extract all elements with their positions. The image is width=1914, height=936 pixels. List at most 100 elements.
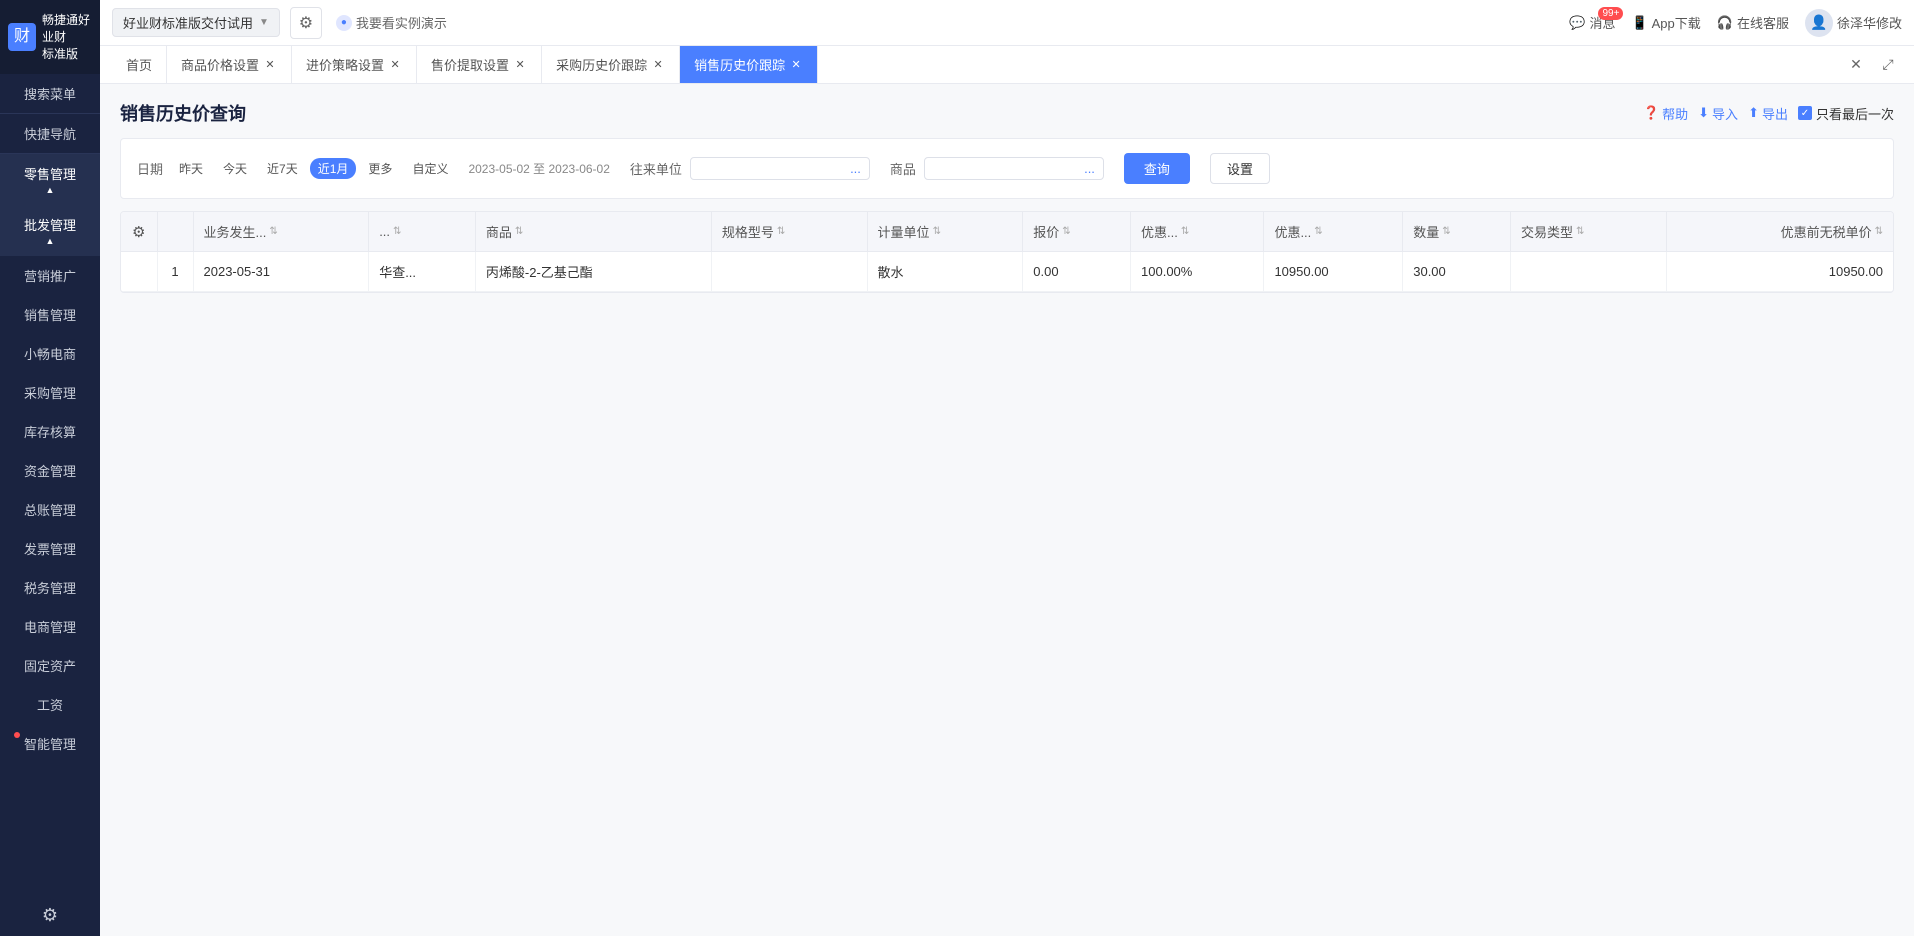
product-input[interactable]	[933, 161, 1080, 176]
tab-price-extract[interactable]: 售价提取设置 ✕	[417, 46, 542, 84]
sort-icon-unit[interactable]: ⇅	[933, 226, 941, 237]
sidebar-item-smart[interactable]: 智能管理	[0, 724, 100, 763]
sidebar-item-ledger[interactable]: 总账管理	[0, 490, 100, 529]
import-label: 导入	[1712, 104, 1738, 123]
row-pretax-price: 10950.00	[1666, 252, 1893, 292]
sidebar-item-purchase[interactable]: 采购管理	[0, 373, 100, 412]
help-label: 帮助	[1662, 104, 1688, 123]
tab-sales-history[interactable]: 销售历史价跟踪 ✕	[680, 46, 818, 84]
sort-icon-pretax-price[interactable]: ⇅	[1875, 226, 1883, 237]
col-discount-rate[interactable]: 优惠... ⇅	[1131, 212, 1264, 252]
tab-price-strategy-label: 进价策略设置	[306, 55, 384, 74]
tab-purchase-history[interactable]: 采购历史价跟踪 ✕	[542, 46, 680, 84]
checkbox-checked-icon: ✓	[1798, 106, 1812, 120]
date-btn-custom[interactable]: 自定义	[404, 158, 456, 179]
tab-price-settings-close[interactable]: ✕	[263, 58, 277, 72]
sort-icon-price[interactable]: ⇅	[1062, 226, 1070, 237]
product-dots[interactable]: ...	[1084, 161, 1095, 176]
app-download-button[interactable]: 📱 App下载	[1631, 13, 1700, 32]
sidebar-item-marketing[interactable]: 营销推广	[0, 256, 100, 295]
sort-icon-trade-type[interactable]: ⇅	[1576, 226, 1584, 237]
user-menu[interactable]: 👤 徐泽华修改	[1805, 9, 1902, 37]
date-btn-yesterday[interactable]: 昨天	[171, 158, 211, 179]
col-pretax-price[interactable]: 优惠前无税单价 ⇅	[1666, 212, 1893, 252]
date-btn-1month[interactable]: 近1月	[310, 158, 357, 179]
main-area: 好业财标准版交付试用 ▼ ⚙ ● 我要看实例演示 💬 消息 99+ 📱 App下…	[100, 0, 1914, 936]
message-button[interactable]: 💬 消息 99+	[1569, 13, 1615, 32]
col-product[interactable]: 商品 ⇅	[475, 212, 711, 252]
help-link[interactable]: ❓ 帮助	[1643, 104, 1688, 123]
only-last-label: 只看最后一次	[1816, 104, 1894, 123]
row-discount-rate-value: 100.00%	[1141, 264, 1192, 279]
sidebar-item-wholesale[interactable]: 批发管理 ▲	[0, 205, 100, 256]
sidebar-item-xiaochu[interactable]: 小畅电商	[0, 334, 100, 373]
col-quantity[interactable]: 数量 ⇅	[1403, 212, 1511, 252]
col-spec-label: 规格型号	[722, 222, 774, 241]
setting-button[interactable]: 设置	[1210, 153, 1270, 184]
sort-icon-quantity[interactable]: ⇅	[1442, 226, 1450, 237]
sidebar-item-quick[interactable]: 快捷导航	[0, 114, 100, 154]
sort-icon-discount-price[interactable]: ⇅	[1314, 226, 1322, 237]
online-service-button[interactable]: 🎧 在线客服	[1717, 13, 1789, 32]
header-settings-button[interactable]: ⚙	[290, 7, 322, 39]
user-icon: 👤	[1810, 14, 1827, 31]
source-input[interactable]	[699, 161, 846, 176]
col-price[interactable]: 报价 ⇅	[1023, 212, 1131, 252]
online-service-label: 在线客服	[1737, 13, 1789, 32]
tab-sales-history-close[interactable]: ✕	[789, 58, 803, 72]
export-link[interactable]: ⬆ 导出	[1748, 104, 1788, 123]
query-button[interactable]: 查询	[1124, 153, 1190, 184]
col-settings[interactable]: ⚙	[121, 212, 157, 252]
tab-price-extract-close[interactable]: ✕	[513, 58, 527, 72]
sort-icon-extra[interactable]: ⇅	[393, 226, 401, 237]
sort-icon-product[interactable]: ⇅	[515, 226, 523, 237]
source-input-wrap: ...	[690, 157, 870, 180]
date-btn-today[interactable]: 今天	[215, 158, 255, 179]
col-business-date[interactable]: 业务发生... ⇅	[193, 212, 369, 252]
product-filter-label: 商品	[890, 159, 916, 178]
expand-tab-btn[interactable]: ⤢	[1874, 51, 1902, 79]
sidebar-item-tax[interactable]: 税务管理	[0, 568, 100, 607]
tab-purchase-history-close[interactable]: ✕	[651, 58, 665, 72]
sidebar-item-salary[interactable]: 工资	[0, 685, 100, 724]
only-last-checkbox[interactable]: ✓ 只看最后一次	[1798, 104, 1894, 123]
col-extra[interactable]: ... ⇅	[369, 212, 476, 252]
sidebar-item-invoice[interactable]: 发票管理	[0, 529, 100, 568]
export-icon: ⬆	[1748, 105, 1759, 121]
avatar: 👤	[1805, 9, 1833, 37]
col-unit[interactable]: 计量单位 ⇅	[867, 212, 1023, 252]
search-menu-label: 搜索菜单	[24, 87, 76, 102]
marketing-label: 营销推广	[24, 266, 76, 285]
import-link[interactable]: ⬇ 导入	[1698, 104, 1738, 123]
date-btn-more[interactable]: 更多	[360, 158, 400, 179]
date-btn-7days[interactable]: 近7天	[259, 158, 306, 179]
tab-home[interactable]: 首页	[112, 46, 167, 84]
app-selector[interactable]: 好业财标准版交付试用 ▼	[112, 8, 280, 37]
sidebar-item-ecom[interactable]: 电商管理	[0, 607, 100, 646]
close-tab-btn[interactable]: ✕	[1842, 51, 1870, 79]
sidebar-item-inventory[interactable]: 库存核算	[0, 412, 100, 451]
tab-price-strategy-close[interactable]: ✕	[388, 58, 402, 72]
row-extra: 华查...	[369, 252, 476, 292]
sort-icon-discount-rate[interactable]: ⇅	[1181, 226, 1189, 237]
sidebar-settings-btn[interactable]: ⚙	[0, 895, 100, 936]
table-row[interactable]: 1 2023-05-31 华查... 丙烯酸-2-乙基己酯	[121, 252, 1893, 292]
tab-price-strategy[interactable]: 进价策略设置 ✕	[292, 46, 417, 84]
col-discount-price[interactable]: 优惠... ⇅	[1264, 212, 1403, 252]
col-trade-type[interactable]: 交易类型 ⇅	[1510, 212, 1666, 252]
demo-button[interactable]: ● 我要看实例演示	[336, 13, 447, 32]
source-dots[interactable]: ...	[850, 161, 861, 176]
sort-icon-spec[interactable]: ⇅	[777, 226, 785, 237]
table-settings-icon[interactable]: ⚙	[132, 224, 145, 241]
sidebar-item-asset[interactable]: 固定资产	[0, 646, 100, 685]
col-spec[interactable]: 规格型号 ⇅	[711, 212, 867, 252]
tab-right-actions: ✕ ⤢	[1842, 51, 1902, 79]
sidebar-item-retail[interactable]: 零售管理 ▲	[0, 154, 100, 205]
sidebar-item-search[interactable]: 搜索菜单	[0, 74, 100, 114]
xiaochu-label: 小畅电商	[24, 344, 76, 363]
sidebar-item-finance[interactable]: 资金管理	[0, 451, 100, 490]
tab-price-settings[interactable]: 商品价格设置 ✕	[167, 46, 292, 84]
sort-icon-business-date[interactable]: ⇅	[269, 226, 277, 237]
filter-bar: 日期 昨天 今天 近7天 近1月 更多 自定义 2023-05-02 至 202…	[120, 138, 1894, 199]
sidebar-item-sales[interactable]: 销售管理	[0, 295, 100, 334]
